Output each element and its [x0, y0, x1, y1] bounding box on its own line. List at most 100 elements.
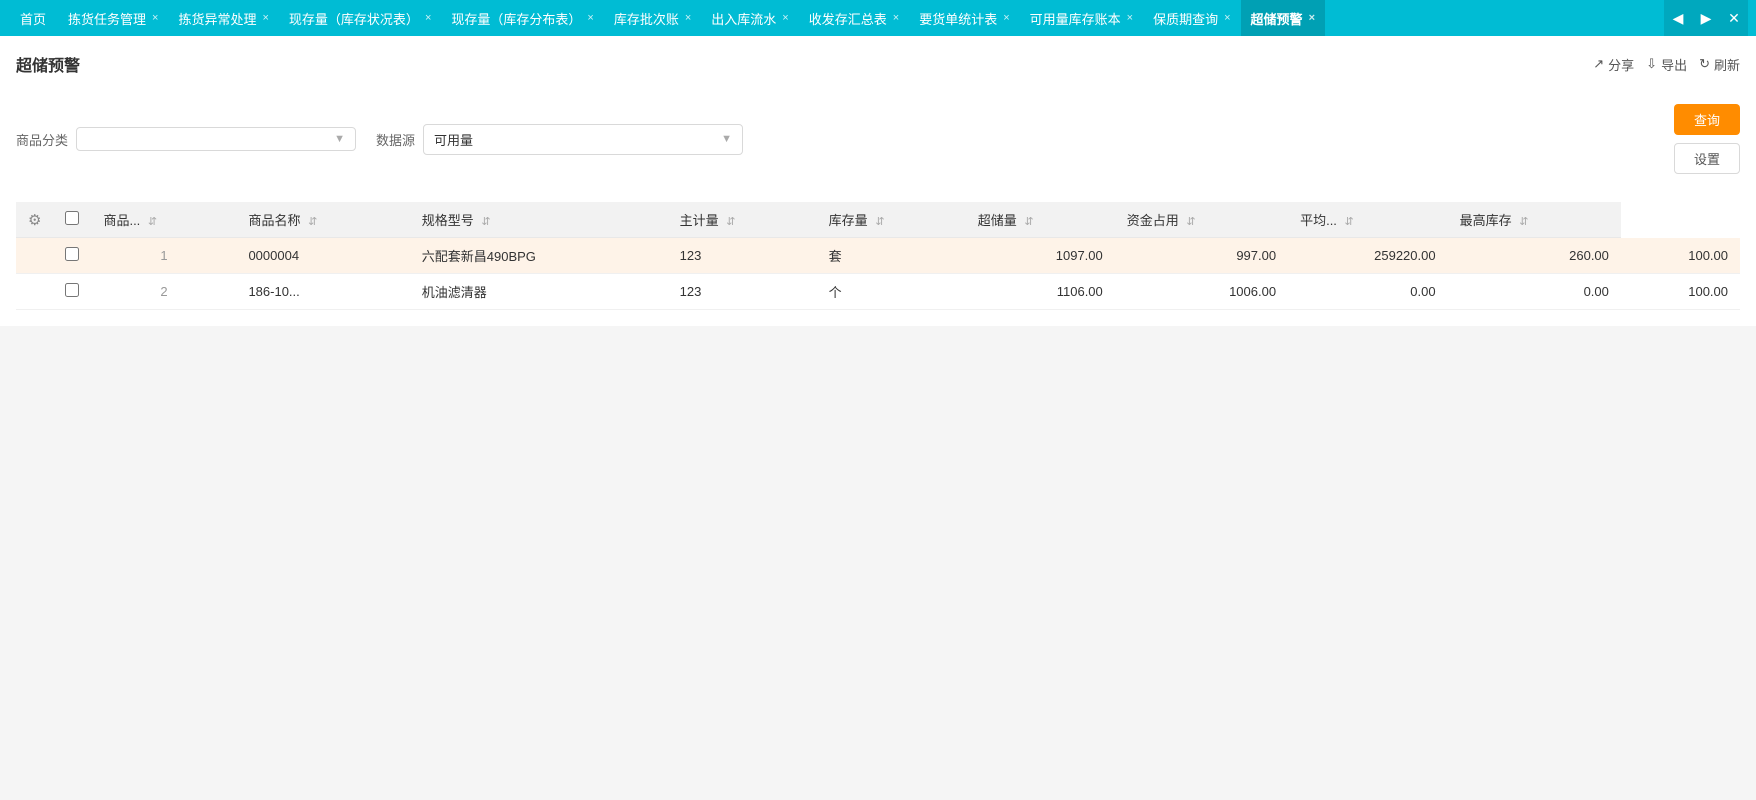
datasource-select[interactable]: 可用量 ▼	[423, 124, 743, 155]
col-max-stock[interactable]: 最高库存 ⇵	[1448, 202, 1621, 238]
col-capital[interactable]: 资金占用 ⇵	[1115, 202, 1288, 238]
row-checkbox-1[interactable]	[65, 283, 79, 297]
filter-area: 商品分类 ▼ 数据源 可用量 ▼ 查询 设置	[16, 92, 1740, 186]
nav-tab-2[interactable]: 现存量（库存状况表）×	[279, 0, 441, 36]
sort-icon-spec: ⇵	[481, 215, 490, 228]
select-all-checkbox[interactable]	[65, 211, 79, 225]
nav-home[interactable]: 首页	[8, 9, 58, 28]
category-filter-group: 商品分类 ▼	[16, 127, 356, 151]
row-spec-1: 123	[668, 274, 817, 310]
col-overstock[interactable]: 超储量 ⇵	[966, 202, 1115, 238]
nav-prev-button[interactable]: ◀	[1664, 0, 1692, 36]
sort-icon-code: ⇵	[148, 215, 157, 228]
row-overstock-1: 1006.00	[1115, 274, 1288, 310]
col-avg[interactable]: 平均... ⇵	[1288, 202, 1448, 238]
row-code-1: 186-10...	[236, 274, 409, 310]
page-title: 超储预警	[16, 52, 80, 76]
nav-tab-close-10[interactable]: ×	[1309, 12, 1315, 24]
settings-col-icon[interactable]: ⚙	[28, 212, 41, 229]
nav-tab-close-4[interactable]: ×	[685, 12, 691, 24]
col-spec[interactable]: 规格型号 ⇵	[410, 202, 668, 238]
row-checkbox-cell-0	[53, 238, 91, 274]
row-capital-1: 0.00	[1288, 274, 1448, 310]
category-chevron-icon: ▼	[334, 133, 345, 145]
nav-tab-close-0[interactable]: ×	[152, 12, 158, 24]
nav-tab-7[interactable]: 要货单统计表×	[909, 0, 1019, 36]
row-max-stock-0: 100.00	[1621, 238, 1740, 274]
col-gear: ⚙	[16, 202, 53, 238]
category-select[interactable]: ▼	[76, 127, 356, 151]
nav-tab-1[interactable]: 拣货异常处理×	[168, 0, 278, 36]
sort-icon-overstock: ⇵	[1024, 215, 1033, 228]
row-code-0: 0000004	[236, 238, 409, 274]
row-capital-0: 259220.00	[1288, 238, 1448, 274]
col-unit[interactable]: 主计量 ⇵	[668, 202, 817, 238]
row-overstock-0: 997.00	[1115, 238, 1288, 274]
nav-tab-close-8[interactable]: ×	[1127, 12, 1133, 24]
row-index-1: 2	[91, 274, 236, 310]
row-gear-cell-1	[16, 274, 53, 310]
datasource-filter-group: 数据源 可用量 ▼	[376, 124, 743, 155]
share-button[interactable]: ↗ 分享	[1593, 55, 1634, 74]
datasource-label: 数据源	[376, 130, 415, 149]
nav-tab-close-9[interactable]: ×	[1224, 12, 1230, 24]
table-body: 10000004六配套新昌490BPG123套1097.00997.002592…	[16, 238, 1740, 310]
export-button[interactable]: ⇩ 导出	[1646, 55, 1687, 74]
col-stock[interactable]: 库存量 ⇵	[817, 202, 966, 238]
nav-tab-close-1[interactable]: ×	[262, 12, 268, 24]
row-spec-0: 123	[668, 238, 817, 274]
row-name-0: 六配套新昌490BPG	[410, 238, 668, 274]
nav-tab-close-5[interactable]: ×	[782, 12, 788, 24]
nav-tab-10[interactable]: 超储预警×	[1241, 0, 1325, 36]
row-avg-0: 260.00	[1448, 238, 1621, 274]
datasource-chevron-icon: ▼	[721, 133, 732, 145]
col-checkbox-header	[53, 202, 91, 238]
table-row: 2186-10...机油滤清器123个1106.001006.000.000.0…	[16, 274, 1740, 310]
refresh-button[interactable]: ↻ 刷新	[1699, 55, 1740, 74]
row-stock-1: 1106.00	[966, 274, 1115, 310]
sort-icon-name: ⇵	[308, 215, 317, 228]
row-avg-1: 0.00	[1448, 274, 1621, 310]
page-header: 超储预警 ↗ 分享 ⇩ 导出 ↻ 刷新	[16, 52, 1740, 76]
row-checkbox-0[interactable]	[65, 247, 79, 261]
row-gear-cell-0	[16, 238, 53, 274]
filter-right-actions: 查询 设置	[1674, 104, 1740, 174]
page-container: 超储预警 ↗ 分享 ⇩ 导出 ↻ 刷新 商品分类 ▼ 数据源	[0, 36, 1756, 326]
nav-close-button[interactable]: ✕	[1720, 0, 1748, 36]
nav-tab-close-2[interactable]: ×	[425, 12, 431, 24]
sort-icon-capital: ⇵	[1186, 215, 1195, 228]
row-index-0: 1	[91, 238, 236, 274]
row-max-stock-1: 100.00	[1621, 274, 1740, 310]
share-icon: ↗	[1593, 56, 1604, 72]
header-actions: ↗ 分享 ⇩ 导出 ↻ 刷新	[1593, 55, 1740, 74]
query-button[interactable]: 查询	[1674, 104, 1740, 135]
nav-tab-4[interactable]: 库存批次账×	[604, 0, 701, 36]
export-icon: ⇩	[1646, 56, 1657, 72]
nav-tab-6[interactable]: 收发存汇总表×	[799, 0, 909, 36]
data-table: ⚙ 商品... ⇵ 商品名称 ⇵ 规格型号 ⇵ 主计量	[16, 202, 1740, 310]
col-code[interactable]: 商品... ⇵	[91, 202, 236, 238]
datasource-select-value: 可用量	[434, 130, 473, 149]
sort-icon-unit: ⇵	[726, 215, 735, 228]
nav-tab-5[interactable]: 出入库流水×	[701, 0, 798, 36]
col-name[interactable]: 商品名称 ⇵	[236, 202, 409, 238]
nav-arrows: ◀ ▶ ✕	[1664, 0, 1748, 36]
table-row: 10000004六配套新昌490BPG123套1097.00997.002592…	[16, 238, 1740, 274]
top-nav: 首页 拣货任务管理×拣货异常处理×现存量（库存状况表）×现存量（库存分布表）×库…	[0, 0, 1756, 36]
nav-tab-close-6[interactable]: ×	[893, 12, 899, 24]
nav-tab-close-7[interactable]: ×	[1003, 12, 1009, 24]
row-stock-0: 1097.00	[966, 238, 1115, 274]
nav-tab-3[interactable]: 现存量（库存分布表）×	[441, 0, 603, 36]
row-unit-0: 套	[817, 238, 966, 274]
nav-next-button[interactable]: ▶	[1692, 0, 1720, 36]
row-name-1: 机油滤清器	[410, 274, 668, 310]
nav-tab-0[interactable]: 拣货任务管理×	[58, 0, 168, 36]
sort-icon-stock: ⇵	[875, 215, 884, 228]
settings-button[interactable]: 设置	[1674, 143, 1740, 174]
nav-tab-close-3[interactable]: ×	[587, 12, 593, 24]
category-label: 商品分类	[16, 130, 68, 149]
refresh-icon: ↻	[1699, 56, 1710, 72]
nav-tab-9[interactable]: 保质期查询×	[1143, 0, 1240, 36]
nav-tab-8[interactable]: 可用量库存账本×	[1020, 0, 1143, 36]
row-checkbox-cell-1	[53, 274, 91, 310]
